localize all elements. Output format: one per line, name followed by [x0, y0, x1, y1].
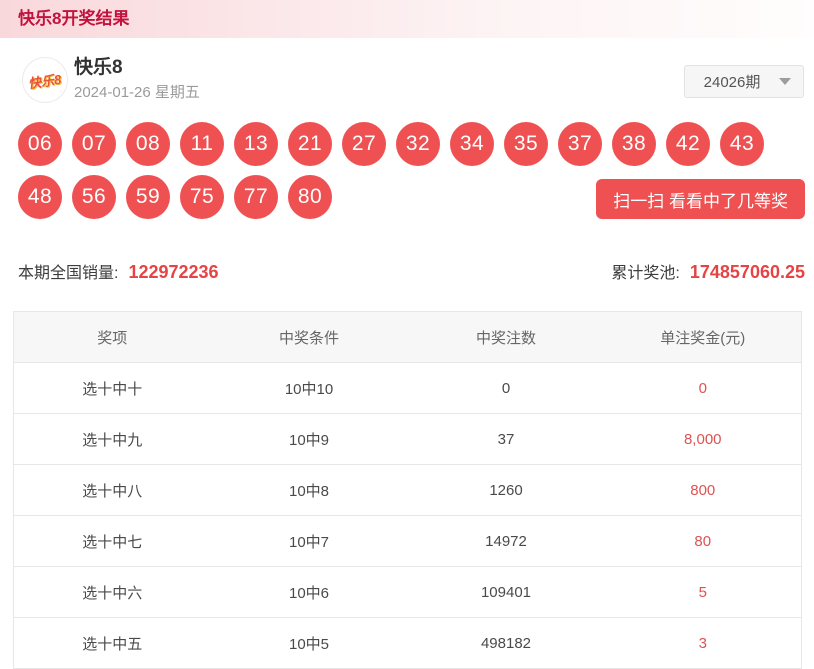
lottery-ball: 56	[72, 175, 116, 219]
period-dropdown-value: 24026期	[685, 71, 779, 92]
count-cell: 14972	[408, 516, 605, 567]
lottery-ball: 06	[18, 122, 62, 166]
prize-cell: 选十中八	[14, 465, 211, 516]
col-header-condition: 中奖条件	[211, 312, 408, 363]
table-header-row: 奖项 中奖条件 中奖注数 单注奖金(元)	[14, 312, 802, 363]
lottery-ball: 32	[396, 122, 440, 166]
prize-cell: 选十中十	[14, 363, 211, 414]
game-meta: 快乐8 2024-01-26 星期五	[74, 56, 200, 104]
game-logo: 快乐8	[22, 57, 68, 103]
scan-button[interactable]: 扫一扫 看看中了几等奖	[596, 179, 805, 219]
amount-cell: 5	[605, 567, 802, 618]
national-sales: 本期全国销量: 122972236	[18, 259, 219, 283]
count-cell: 109401	[408, 567, 605, 618]
condition-cell: 10中7	[211, 516, 408, 567]
prize-cell: 选十中五	[14, 618, 211, 669]
amount-cell: 3	[605, 618, 802, 669]
lottery-ball: 77	[234, 175, 278, 219]
sales-value: 122972236	[128, 262, 218, 282]
condition-cell: 10中8	[211, 465, 408, 516]
lottery-ball: 75	[180, 175, 224, 219]
lottery-ball: 42	[666, 122, 710, 166]
table-row: 选十中七10中71497280	[14, 516, 802, 567]
table-row: 选十中六10中61094015	[14, 567, 802, 618]
sales-label: 本期全国销量:	[18, 265, 118, 282]
prize-cell: 选十中九	[14, 414, 211, 465]
lottery-ball: 34	[450, 122, 494, 166]
winning-numbers-section: 0607081113212732343537384243 485659757780…	[0, 122, 814, 219]
condition-cell: 10中6	[211, 567, 408, 618]
lottery-ball: 07	[72, 122, 116, 166]
table-row: 选十中五10中54981823	[14, 618, 802, 669]
table-row: 选十中八10中81260800	[14, 465, 802, 516]
amount-cell: 800	[605, 465, 802, 516]
condition-cell: 10中5	[211, 618, 408, 669]
page-title: 快乐8开奖结果	[18, 9, 129, 28]
sales-info-row: 本期全国销量: 122972236 累计奖池: 174857060.25	[18, 259, 805, 283]
period-dropdown[interactable]: 24026期	[684, 65, 804, 98]
lottery-ball: 59	[126, 175, 170, 219]
jackpot: 累计奖池: 174857060.25	[611, 259, 805, 283]
col-header-amount: 单注奖金(元)	[605, 312, 802, 363]
page: 快乐8开奖结果 快乐8 快乐8 2024-01-26 星期五 24026期 06…	[0, 0, 814, 647]
chevron-down-icon	[779, 78, 791, 85]
condition-cell: 10中9	[211, 414, 408, 465]
amount-cell: 8,000	[605, 414, 802, 465]
game-header: 快乐8 快乐8 2024-01-26 星期五 24026期	[0, 57, 814, 105]
lottery-ball: 27	[342, 122, 386, 166]
col-header-prize: 奖项	[14, 312, 211, 363]
jackpot-value: 174857060.25	[690, 262, 805, 282]
count-cell: 37	[408, 414, 605, 465]
game-logo-text: 快乐8	[27, 68, 63, 91]
lottery-ball: 38	[612, 122, 656, 166]
lottery-ball: 11	[180, 122, 224, 166]
lottery-ball: 48	[18, 175, 62, 219]
count-cell: 0	[408, 363, 605, 414]
prize-table: 奖项 中奖条件 中奖注数 单注奖金(元) 选十中十10中1000选十中九10中9…	[13, 311, 802, 669]
prize-table-body: 选十中十10中1000选十中九10中9378,000选十中八10中8126080…	[14, 363, 802, 669]
col-header-count: 中奖注数	[408, 312, 605, 363]
lottery-ball: 35	[504, 122, 548, 166]
amount-cell: 0	[605, 363, 802, 414]
prize-cell: 选十中六	[14, 567, 211, 618]
amount-cell: 80	[605, 516, 802, 567]
jackpot-label: 累计奖池:	[611, 265, 679, 282]
count-cell: 1260	[408, 465, 605, 516]
prize-cell: 选十中七	[14, 516, 211, 567]
lottery-ball: 80	[288, 175, 332, 219]
condition-cell: 10中10	[211, 363, 408, 414]
lottery-ball: 37	[558, 122, 602, 166]
table-row: 选十中九10中9378,000	[14, 414, 802, 465]
lottery-ball: 43	[720, 122, 764, 166]
count-cell: 498182	[408, 618, 605, 669]
table-row: 选十中十10中1000	[14, 363, 802, 414]
lottery-ball: 13	[234, 122, 278, 166]
draw-date: 2024-01-26 星期五	[74, 82, 200, 104]
lottery-ball: 21	[288, 122, 332, 166]
page-header-bar: 快乐8开奖结果	[0, 0, 814, 38]
lottery-ball: 08	[126, 122, 170, 166]
game-title: 快乐8	[74, 56, 200, 80]
